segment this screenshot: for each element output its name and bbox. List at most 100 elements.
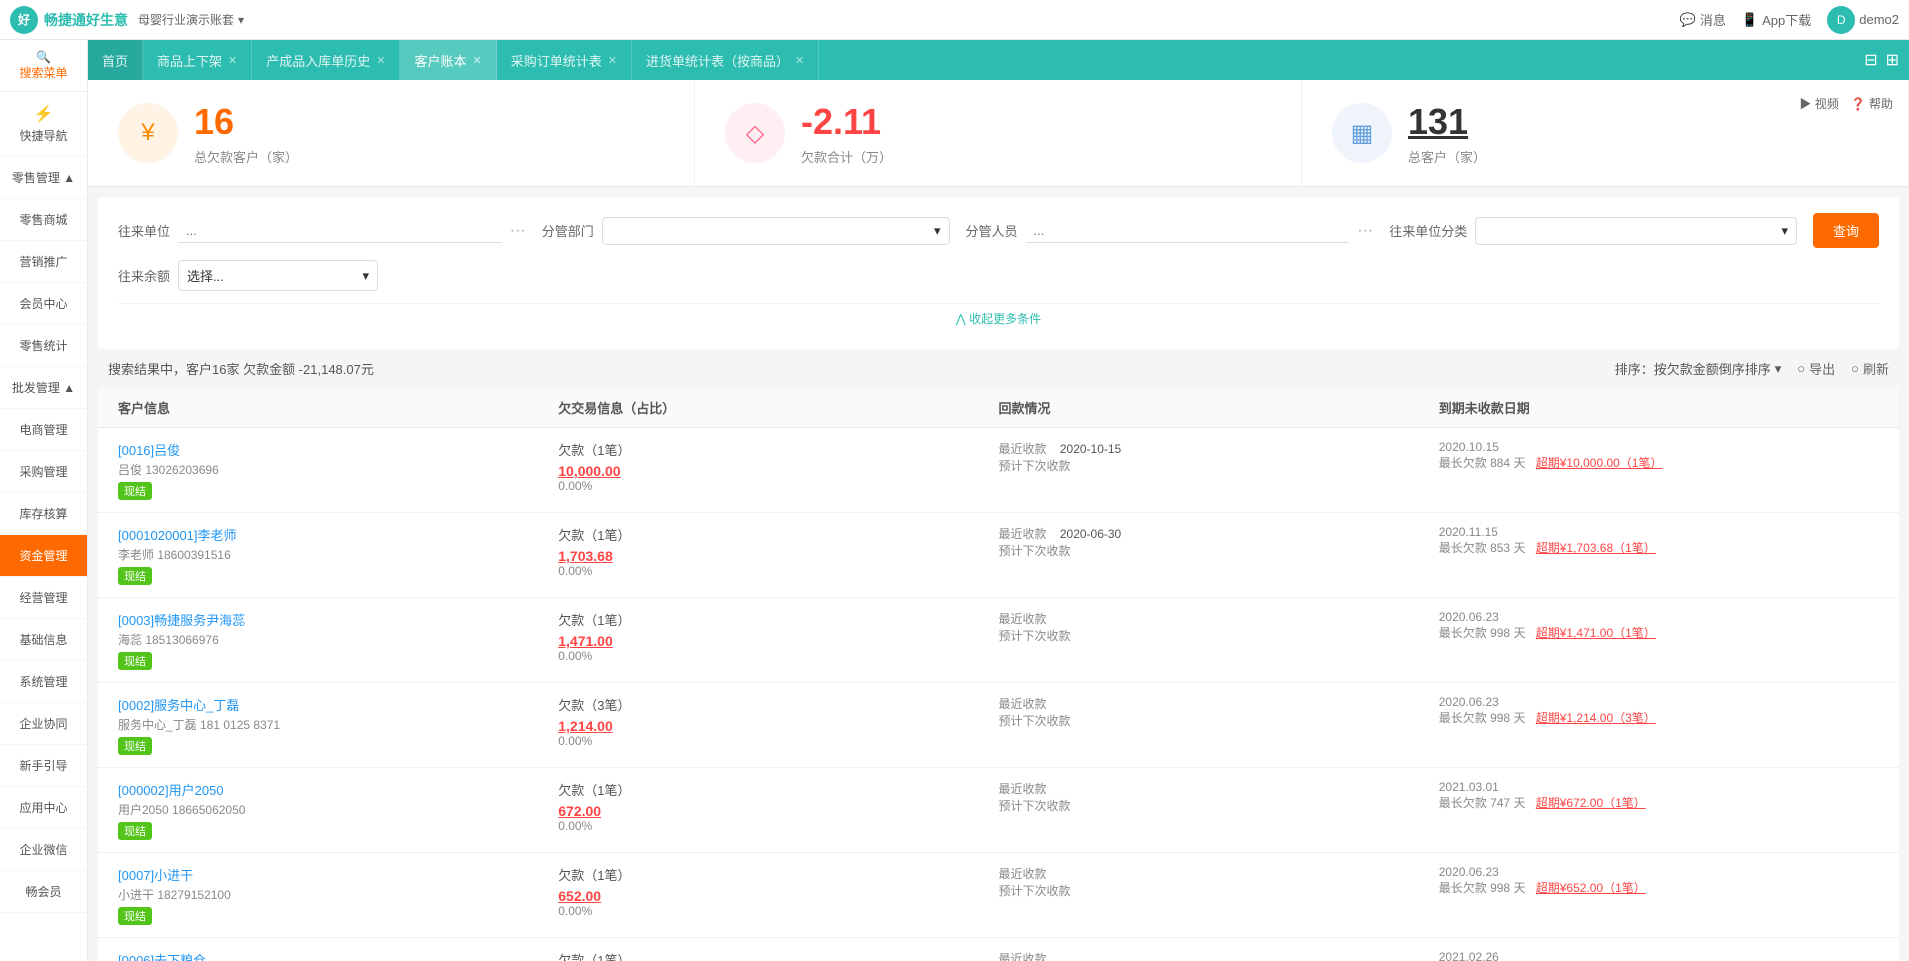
tab-bar-collapse-icon[interactable]: ⊟ (1864, 50, 1877, 70)
sidebar-item-basic-info[interactable]: 基础信息 (0, 619, 87, 661)
stat-card-debt-amount: ◇ -2.11 欠款合计（万） (695, 80, 1302, 186)
customer-name-1[interactable]: [0001020001]李老师 (118, 528, 237, 543)
sidebar-item-enterprise-wechat[interactable]: 企业微信 (0, 829, 87, 871)
filter-person-input[interactable] (1026, 219, 1350, 243)
sidebar-item-capital[interactable]: 资金管理 (0, 535, 87, 577)
user-area[interactable]: D demo2 (1827, 6, 1899, 34)
customer-contact-5: 小进干 18279152100 (118, 886, 558, 903)
sidebar-item-retail-mgmt[interactable]: 零售管理 ▲ (0, 157, 87, 199)
sidebar-item-ecommerce[interactable]: 电商管理 (0, 409, 87, 451)
filter-unit-category-select[interactable]: ▾ (1475, 217, 1797, 245)
sidebar-item-retail-stats[interactable]: 零售统计 (0, 325, 87, 367)
debt-percent-1: 0.00% (558, 564, 998, 578)
sidebar-item-purchase[interactable]: 采购管理 (0, 451, 87, 493)
return-info-4: 最近收款 (999, 780, 1439, 797)
sidebar-item-system[interactable]: 系统管理 (0, 661, 87, 703)
overdue-days-4: 最长欠款 747 天 (1439, 796, 1532, 810)
close-tab-customer-account[interactable]: ✕ (473, 54, 482, 67)
sidebar-item-inventory[interactable]: 库存核算 (0, 493, 87, 535)
filter-unit-category-label: 往来单位分类 (1389, 221, 1467, 240)
close-tab-product-history[interactable]: ✕ (376, 54, 385, 67)
customer-contact-3: 服务中心_丁磊 181 0125 8371 (118, 716, 558, 733)
debt-percent-0: 0.00% (558, 479, 998, 493)
debt-amount-3[interactable]: 1,214.00 (558, 718, 613, 734)
close-tab-purchase-order[interactable]: ✕ (608, 54, 617, 67)
due-date-6: 2021.02.26 (1439, 950, 1879, 961)
filter-balance-select[interactable]: 选择... ▾ (178, 260, 378, 291)
help-btn[interactable]: ❓ 帮助 (1851, 95, 1893, 112)
stat-card-actions: ▶ 视频 ❓ 帮助 (1799, 95, 1893, 112)
company-selector[interactable]: 母婴行业演示账套 ▾ (138, 11, 244, 28)
customer-name-6[interactable]: [0006]去下粮仓 (118, 953, 206, 961)
app-download-icon: 📱 (1742, 12, 1758, 28)
overdue-link-5[interactable]: 超期¥652.00（1笔） (1536, 881, 1646, 895)
customer-name-5[interactable]: [0007]小进干 (118, 868, 193, 883)
app-download-btn[interactable]: 📱 App下载 (1742, 10, 1811, 29)
refresh-btn[interactable]: ○ 刷新 (1851, 359, 1889, 378)
overdue-link-0[interactable]: 超期¥10,000.00（1笔） (1536, 456, 1663, 470)
debt-count-1: 欠款（1笔） (558, 525, 998, 544)
sidebar-item-member[interactable]: 会员中心 (0, 283, 87, 325)
tab-customer-account[interactable]: 客户账本 ✕ (400, 40, 496, 80)
tab-purchase-stats[interactable]: 进货单统计表（按商品） ✕ (632, 40, 819, 80)
collapse-bar[interactable]: ⋀ 收起更多条件 (118, 303, 1879, 333)
table-row: [0003]畅捷服务尹海蕊 海蕊 18513066976 现结 欠款（1笔） 1… (98, 598, 1899, 683)
header-return-info: 回款情况 (999, 398, 1439, 417)
debt-count-0: 欠款（1笔） (558, 440, 998, 459)
tab-purchase-order[interactable]: 采购订单统计表 ✕ (497, 40, 632, 80)
customer-name-0[interactable]: [0016]吕俊 (118, 443, 180, 458)
customer-name-4[interactable]: [000002]用户2050 (118, 783, 224, 798)
table-row: [0006]去下粮仓 陈小希 现结 欠款（1笔） 455.90 0.00% 最近… (98, 938, 1899, 961)
filter-source-unit-input[interactable] (178, 219, 502, 243)
due-date-2: 2020.06.23 (1439, 610, 1879, 624)
overdue-link-4[interactable]: 超期¥672.00（1笔） (1536, 796, 1646, 810)
sidebar-item-retail-mall[interactable]: 零售商城 (0, 199, 87, 241)
cell-debt-info-4: 欠款（1笔） 672.00 0.00% (558, 780, 998, 833)
customer-name-2[interactable]: [0003]畅捷服务尹海蕊 (118, 613, 245, 628)
return-info-0: 最近收款 2020-10-15 (999, 440, 1439, 457)
debt-count-2: 欠款（1笔） (558, 610, 998, 629)
debt-amount-5[interactable]: 652.00 (558, 888, 601, 904)
logo-area: 好 畅捷通好生意 (10, 6, 128, 34)
overdue-link-3[interactable]: 超期¥1,214.00（3笔） (1536, 711, 1656, 725)
export-btn[interactable]: ○ 导出 (1797, 359, 1835, 378)
sidebar-item-vip[interactable]: 畅会员 (0, 871, 87, 913)
filter-dept-select[interactable]: ▾ (602, 217, 950, 245)
tab-home[interactable]: 首页 (88, 40, 143, 80)
sidebar-item-batch-mgmt[interactable]: 批发管理 ▲ (0, 367, 87, 409)
stat-card-debt-customers: ¥ 16 总欠款客户（家） (88, 80, 695, 186)
sidebar-item-enterprise-collab[interactable]: 企业协同 (0, 703, 87, 745)
sidebar-item-marketing[interactable]: 营销推广 (0, 241, 87, 283)
overdue-link-1[interactable]: 超期¥1,703.68（1笔） (1536, 541, 1656, 555)
video-btn[interactable]: ▶ 视频 (1799, 95, 1838, 112)
close-tab-product-offsale[interactable]: ✕ (228, 54, 237, 67)
debt-amount-4[interactable]: 672.00 (558, 803, 601, 819)
overdue-link-2[interactable]: 超期¥1,471.00（1笔） (1536, 626, 1656, 640)
table-row: [0002]服务中心_丁磊 服务中心_丁磊 181 0125 8371 现结 欠… (98, 683, 1899, 768)
message-btn[interactable]: 💬 消息 (1680, 10, 1726, 29)
search-button[interactable]: 查询 (1813, 213, 1879, 248)
tab-bar-expand-icon[interactable]: ⊞ (1886, 50, 1899, 70)
overdue-days-1: 最长欠款 853 天 (1439, 541, 1532, 555)
filter-source-unit-dots[interactable]: ··· (510, 222, 526, 240)
overdue-days-5: 最长欠款 998 天 (1439, 881, 1532, 895)
sidebar-item-new-guide[interactable]: 新手引导 (0, 745, 87, 787)
sidebar-item-quick-nav[interactable]: ⚡ 快捷导航 (0, 92, 87, 157)
sort-select[interactable]: 排序：按欠款金额倒序排序 ▾ (1615, 359, 1782, 378)
refresh-icon: ○ (1851, 361, 1859, 376)
debt-amount-1[interactable]: 1,703.68 (558, 548, 613, 564)
sidebar-search[interactable]: 🔍 搜索菜单 (0, 40, 87, 92)
sidebar-item-operations[interactable]: 经营管理 (0, 577, 87, 619)
tab-product-offsale[interactable]: 商品上下架 ✕ (143, 40, 252, 80)
tab-product-history[interactable]: 产成品入库单历史 ✕ (252, 40, 400, 80)
debt-amount-2[interactable]: 1,471.00 (558, 633, 613, 649)
stat-info-debt-amount: -2.11 欠款合计（万） (801, 100, 1271, 166)
debt-count-6: 欠款（1笔） (558, 950, 998, 961)
customer-name-3[interactable]: [0002]服务中心_丁磊 (118, 698, 239, 713)
filter-person-dots[interactable]: ··· (1357, 222, 1373, 240)
stat-info-debt-customers: 16 总欠款客户（家） (194, 100, 664, 166)
sidebar-item-app-center[interactable]: 应用中心 (0, 787, 87, 829)
close-tab-purchase-stats[interactable]: ✕ (795, 54, 804, 67)
cell-debt-info-3: 欠款（3笔） 1,214.00 0.00% (558, 695, 998, 748)
debt-amount-0[interactable]: 10,000.00 (558, 463, 620, 479)
